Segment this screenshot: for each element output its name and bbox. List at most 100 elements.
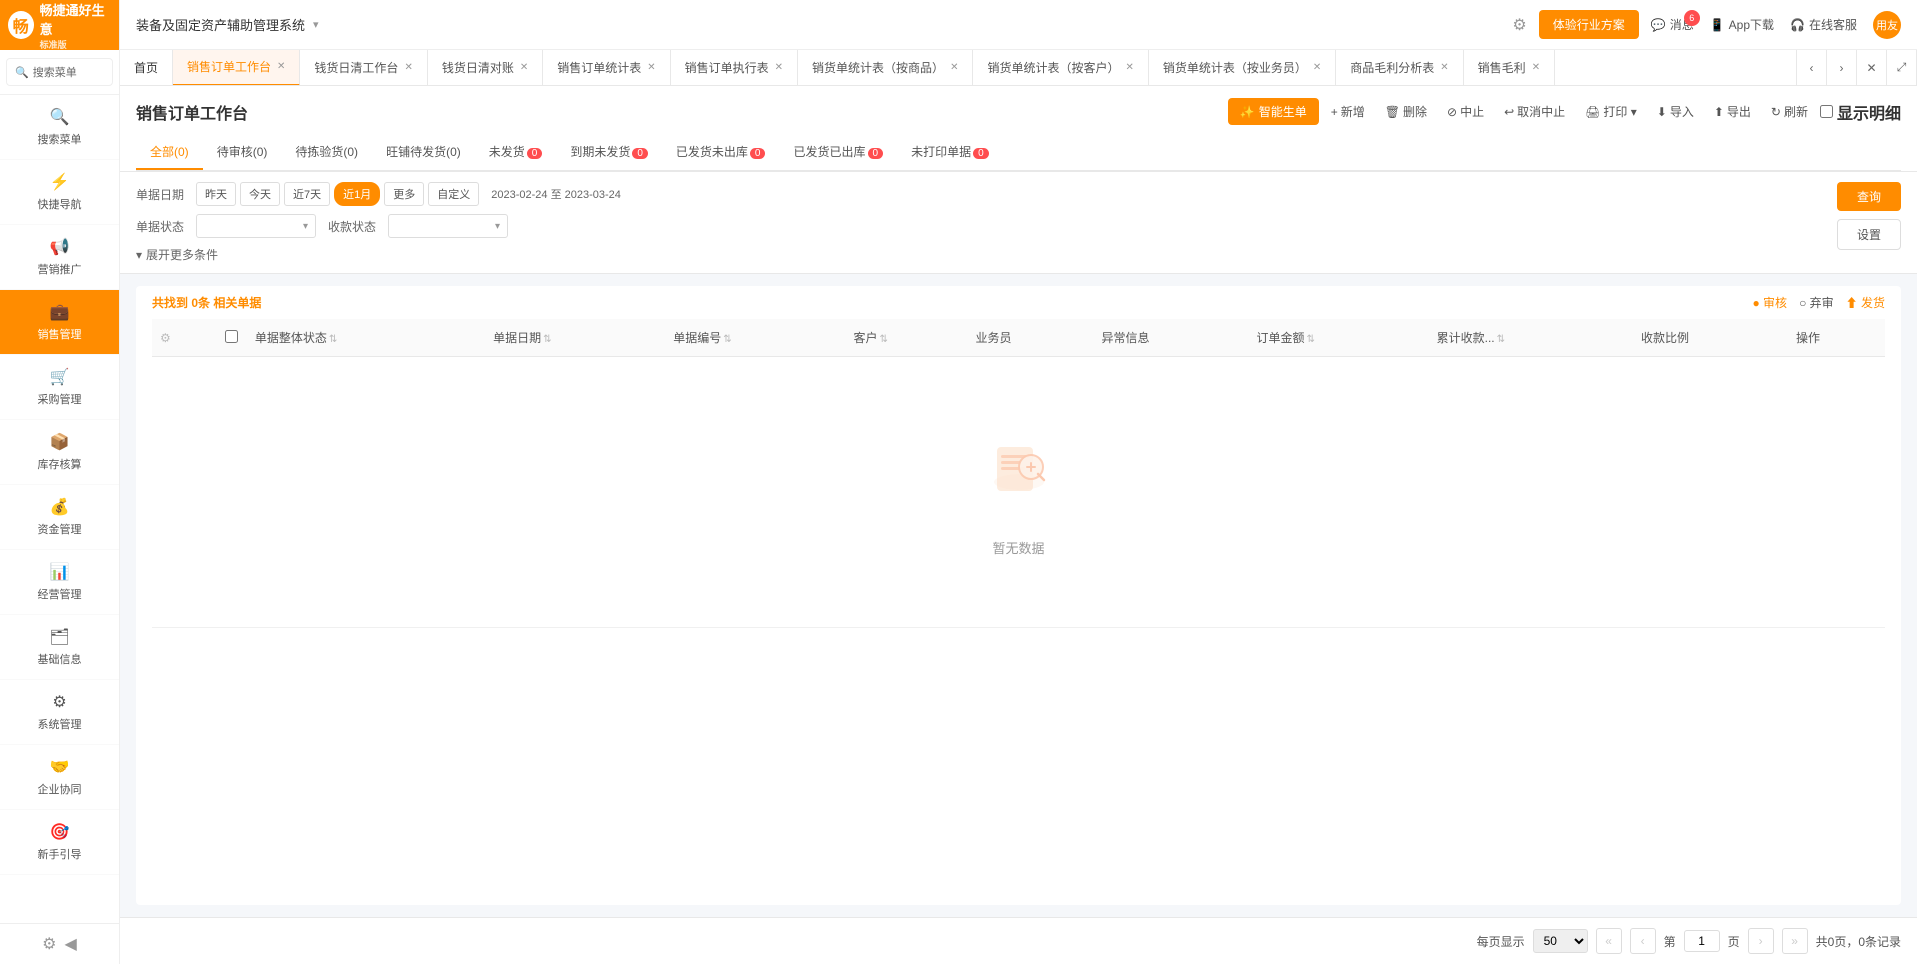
tab-close-cash-reconcile[interactable]: ✕ <box>520 62 528 73</box>
online-support-button[interactable]: 🎧 在线客服 <box>1790 16 1857 33</box>
tabs-scroll-left-button[interactable]: ‹ <box>1797 50 1827 86</box>
tabs-expand-button[interactable]: ⤢ <box>1887 50 1917 86</box>
print-button[interactable]: 🖨 打印 ▾ <box>1577 99 1645 124</box>
sidebar-item-operation[interactable]: 📊经营管理 <box>0 550 119 615</box>
tabs-close-all-button[interactable]: ✕ <box>1857 50 1887 86</box>
sidebar-item-quick[interactable]: ⚡快捷导航 <box>0 160 119 225</box>
status-select[interactable] <box>196 214 316 238</box>
tab-home[interactable]: 首页 <box>120 50 173 86</box>
date-btn-today[interactable]: 今天 <box>240 182 280 206</box>
table-action-revoke-button[interactable]: ○ 弃审 <box>1799 294 1834 311</box>
tab-cash-daily[interactable]: 钱货日清工作台✕ <box>300 50 427 86</box>
expand-conditions-button[interactable]: ▾ 展开更多条件 <box>136 246 1821 263</box>
sidebar-item-sales[interactable]: 💼销售管理 <box>0 290 119 355</box>
sort-icon-status[interactable]: ⇅ <box>329 334 337 345</box>
date-btn-more[interactable]: 更多 <box>384 182 424 206</box>
sort-icon-collected[interactable]: ⇅ <box>1497 334 1505 345</box>
page-size-select[interactable]: 102050100 <box>1533 929 1588 953</box>
settings-button[interactable]: 设置 <box>1837 219 1901 250</box>
date-btn-yesterday[interactable]: 昨天 <box>196 182 236 206</box>
date-btn-custom[interactable]: 自定义 <box>428 182 479 206</box>
tab-close-cash-daily[interactable]: ✕ <box>404 62 412 73</box>
sub-tab-wangpu_ship[interactable]: 旺铺待发货(0) <box>372 135 475 170</box>
system-dropdown-icon[interactable]: ▾ <box>313 18 319 31</box>
plus-icon: + <box>1331 105 1338 119</box>
column-settings-icon[interactable]: ⚙ <box>160 331 171 345</box>
table-action-audit-button[interactable]: ● 审核 <box>1752 294 1787 311</box>
table-action-ship-button[interactable]: ⬆ 发货 <box>1846 294 1885 311</box>
search-menu-button[interactable]: 🔍 搜索菜单 <box>6 58 113 86</box>
tab-close-sales-more[interactable]: ✕ <box>1532 62 1540 73</box>
message-button[interactable]: 💬 消息 6 <box>1651 16 1694 33</box>
sidebar-item-newbie[interactable]: 🎯新手引导 <box>0 810 119 875</box>
tab-sales-stat-product[interactable]: 销货单统计表（按商品）✕ <box>798 50 973 86</box>
tab-close-sales-order[interactable]: ✕ <box>277 61 285 72</box>
sub-tab-all[interactable]: 全部(0) <box>136 135 203 170</box>
tabs-scroll-right-button[interactable]: › <box>1827 50 1857 86</box>
import-button[interactable]: ⬇ 导入 <box>1649 99 1702 124</box>
sidebar-item-promo[interactable]: 📢营销推广 <box>0 225 119 290</box>
tab-close-profit-analysis[interactable]: ✕ <box>1440 62 1448 73</box>
sub-tab-not_shipped[interactable]: 未发货0 <box>475 135 557 170</box>
tab-close-sales-exec[interactable]: ✕ <box>775 62 783 73</box>
app-download-button[interactable]: 📱 App下载 <box>1710 16 1774 33</box>
page-number-input[interactable] <box>1684 930 1720 952</box>
th-settings[interactable]: ⚙ <box>152 319 217 357</box>
sub-tab-shipped_not_out[interactable]: 已发货未出库0 <box>662 135 780 170</box>
new-button[interactable]: + 新增 <box>1323 99 1373 124</box>
industry-solution-button[interactable]: 体验行业方案 <box>1539 10 1639 39</box>
sort-icon-date[interactable]: ⇅ <box>543 334 551 345</box>
sidebar-item-finance[interactable]: 💰资金管理 <box>0 485 119 550</box>
query-button[interactable]: 查询 <box>1837 182 1901 211</box>
sort-icon-number[interactable]: ⇅ <box>723 334 731 345</box>
status-filter-label: 单据状态 <box>136 218 184 235</box>
tab-sales-stat-staff[interactable]: 销货单统计表（按业务员）✕ <box>1149 50 1336 86</box>
sort-icon-customer[interactable]: ⇅ <box>879 334 887 345</box>
tab-close-sales-stat-customer[interactable]: ✕ <box>1125 62 1133 73</box>
tab-sales-stat-customer[interactable]: 销货单统计表（按客户）✕ <box>973 50 1148 86</box>
tab-cash-reconcile[interactable]: 钱货日清对账✕ <box>428 50 543 86</box>
tab-close-sales-stat-product[interactable]: ✕ <box>950 62 958 73</box>
user-menu-button[interactable]: 用友 <box>1873 11 1901 39</box>
sort-icon-amount[interactable]: ⇅ <box>1306 334 1314 345</box>
next-page-button[interactable]: › <box>1748 928 1774 954</box>
settings-bottom-button[interactable]: ⚙ <box>42 934 56 954</box>
topbar-gear-icon[interactable]: ⚙ <box>1512 15 1526 35</box>
sidebar-item-search[interactable]: 🔍搜索菜单 <box>0 95 119 160</box>
smart-create-button[interactable]: ✨ 智能生单 <box>1228 98 1319 125</box>
export-button[interactable]: ⬆ 导出 <box>1706 99 1759 124</box>
tab-sales-order[interactable]: 销售订单工作台✕ <box>173 50 300 86</box>
tab-profit-analysis[interactable]: 商品毛利分析表✕ <box>1336 50 1463 86</box>
sidebar-item-basic[interactable]: 🗂基础信息 <box>0 615 119 680</box>
th-check[interactable] <box>217 319 247 357</box>
sidebar-item-purchase[interactable]: 🛒采购管理 <box>0 355 119 420</box>
show-detail-checkbox-label[interactable]: 显示明细 <box>1820 100 1901 124</box>
first-page-button[interactable]: « <box>1596 928 1622 954</box>
sub-tab-shipped_out[interactable]: 已发货已出库0 <box>779 135 897 170</box>
cancel-stop-button[interactable]: ↩ 取消中止 <box>1496 99 1573 124</box>
sub-tab-pending_check[interactable]: 待拣验货(0) <box>281 135 372 170</box>
last-page-button[interactable]: » <box>1782 928 1808 954</box>
tab-close-sales-stat[interactable]: ✕ <box>647 62 655 73</box>
sidebar-item-inventory[interactable]: 📦库存核算 <box>0 420 119 485</box>
tab-sales-exec[interactable]: 销售订单执行表✕ <box>671 50 798 86</box>
sub-tab-overdue_ship[interactable]: 到期未发货0 <box>556 135 662 170</box>
date-btn-7days[interactable]: 近7天 <box>284 182 330 206</box>
payment-select[interactable] <box>388 214 508 238</box>
tab-sales-stat[interactable]: 销售订单统计表✕ <box>543 50 670 86</box>
delete-button[interactable]: 🗑 删除 <box>1377 99 1435 124</box>
collapse-button[interactable]: ◀ <box>65 934 77 954</box>
sub-tab-not_printed[interactable]: 未打印单据0 <box>897 135 1003 170</box>
prev-page-button[interactable]: ‹ <box>1630 928 1656 954</box>
date-btn-1month[interactable]: 近1月 <box>334 182 380 206</box>
stop-button[interactable]: ⊘ 中止 <box>1439 99 1492 124</box>
select-all-checkbox[interactable] <box>225 330 238 343</box>
tab-sales-more[interactable]: 销售毛利✕ <box>1464 50 1555 86</box>
sub-tab-pending[interactable]: 待审核(0) <box>203 135 282 170</box>
tab-close-sales-stat-staff[interactable]: ✕ <box>1313 62 1321 73</box>
sidebar-item-coop[interactable]: 🤝企业协同 <box>0 745 119 810</box>
sidebar-item-system[interactable]: ⚙系统管理 <box>0 680 119 745</box>
refresh-button[interactable]: ↻ 刷新 <box>1763 99 1816 124</box>
show-detail-checkbox[interactable] <box>1820 105 1833 118</box>
content-header: 销售订单工作台 ✨ 智能生单 + 新增 🗑 删除 ⊘ 中止 <box>120 86 1917 172</box>
